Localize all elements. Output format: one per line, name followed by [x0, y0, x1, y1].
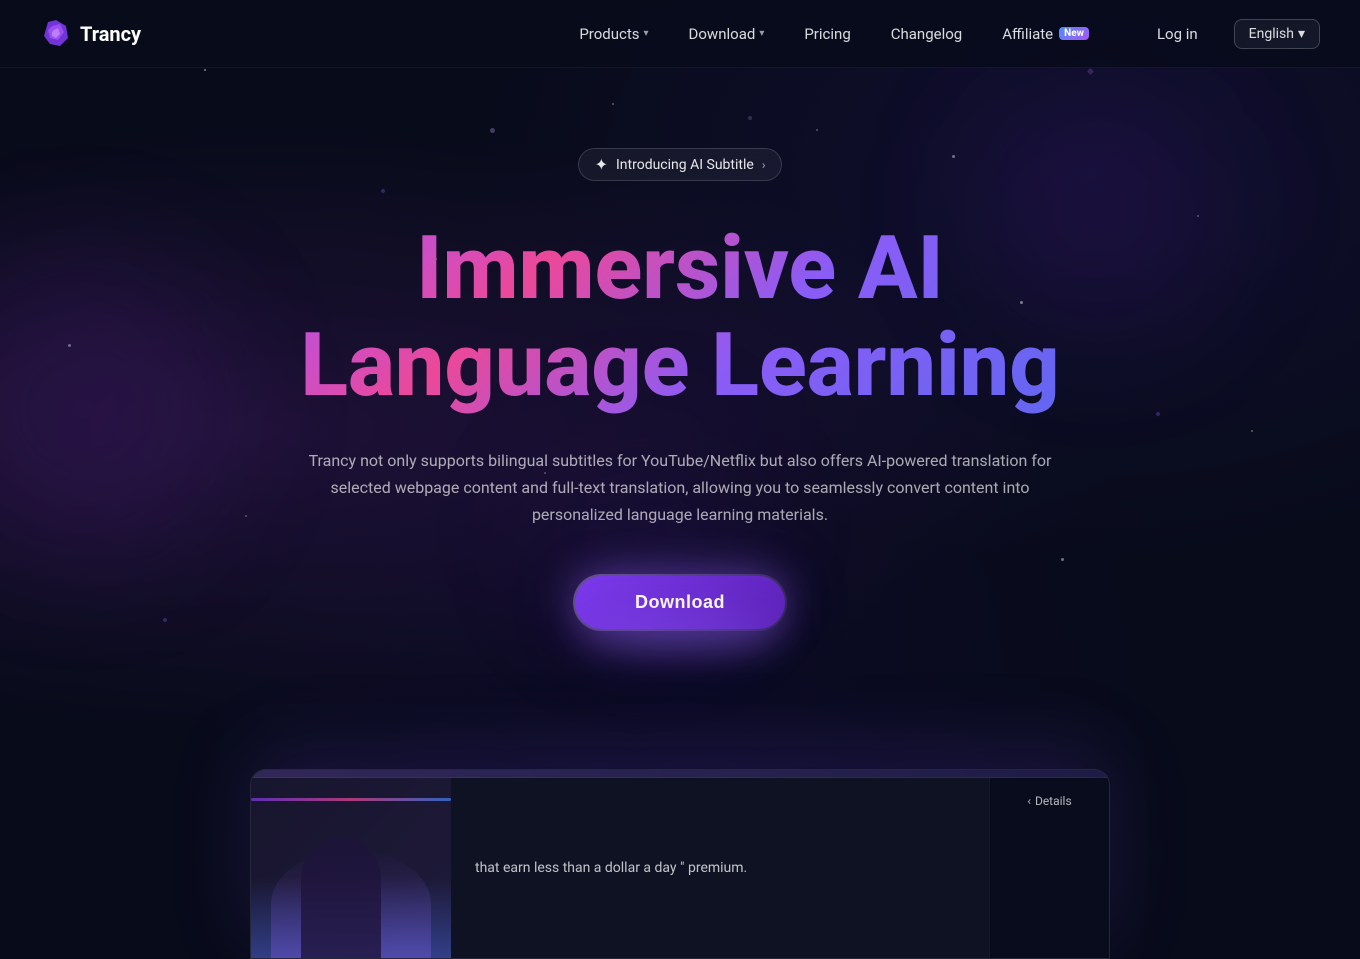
hero-title: Immersive AI Language Learning	[300, 221, 1059, 415]
preview-section: that earn less than a dollar a day " pre…	[0, 769, 1360, 959]
nav-download[interactable]: Download ▾	[673, 17, 781, 51]
hero-title-line2: Language Learning	[300, 314, 1059, 417]
wave-accent	[251, 798, 451, 801]
card-top-bar	[251, 770, 1109, 778]
details-arrow-icon: ‹	[1027, 794, 1031, 808]
logo-icon	[40, 18, 72, 50]
details-button[interactable]: ‹ Details	[1027, 794, 1071, 808]
nav-affiliate[interactable]: Affiliate New	[986, 17, 1105, 51]
details-panel: ‹ Details	[989, 778, 1109, 958]
button-glow	[580, 619, 780, 649]
badge-sparkle-icon: ✦	[595, 155, 608, 174]
language-selector[interactable]: English ▾	[1234, 19, 1320, 49]
nav-changelog[interactable]: Changelog	[875, 17, 978, 51]
logo[interactable]: Trancy	[40, 18, 141, 50]
details-label: Details	[1035, 794, 1072, 808]
login-link[interactable]: Log in	[1137, 17, 1218, 51]
nav-products[interactable]: Products ▾	[563, 17, 664, 51]
preview-card: that earn less than a dollar a day " pre…	[250, 769, 1110, 959]
hero-section: ✦ Introducing AI Subtitle › Immersive AI…	[0, 68, 1360, 669]
nav-links: Products ▾ Download ▾ Pricing Changelog …	[563, 17, 1105, 51]
nav-pricing[interactable]: Pricing	[788, 17, 866, 51]
download-chevron-icon: ▾	[759, 28, 764, 39]
video-thumbnail-area	[251, 778, 451, 958]
badge-arrow-icon: ›	[762, 158, 766, 172]
language-chevron-icon: ▾	[1298, 26, 1305, 42]
navbar: Trancy Products ▾ Download ▾ Pricing Cha…	[0, 0, 1360, 68]
speaker-silhouette	[301, 838, 381, 958]
hero-container: ✦ Introducing AI Subtitle › Immersive AI…	[20, 148, 1340, 629]
preview-inner: that earn less than a dollar a day " pre…	[251, 778, 1109, 958]
language-label: English	[1249, 26, 1294, 42]
subtitle-bar: that earn less than a dollar a day " pre…	[451, 778, 989, 958]
brand-name: Trancy	[80, 22, 141, 46]
affiliate-new-badge: New	[1059, 27, 1089, 40]
hero-title-line1: Immersive AI	[416, 217, 943, 320]
subtitle-text: that earn less than a dollar a day " pre…	[475, 857, 965, 879]
download-button-wrapper: Download	[575, 576, 785, 629]
products-chevron-icon: ▾	[644, 28, 649, 39]
intro-badge[interactable]: ✦ Introducing AI Subtitle ›	[578, 148, 783, 181]
badge-text: Introducing AI Subtitle	[616, 157, 754, 173]
hero-description: Trancy not only supports bilingual subti…	[300, 447, 1060, 529]
